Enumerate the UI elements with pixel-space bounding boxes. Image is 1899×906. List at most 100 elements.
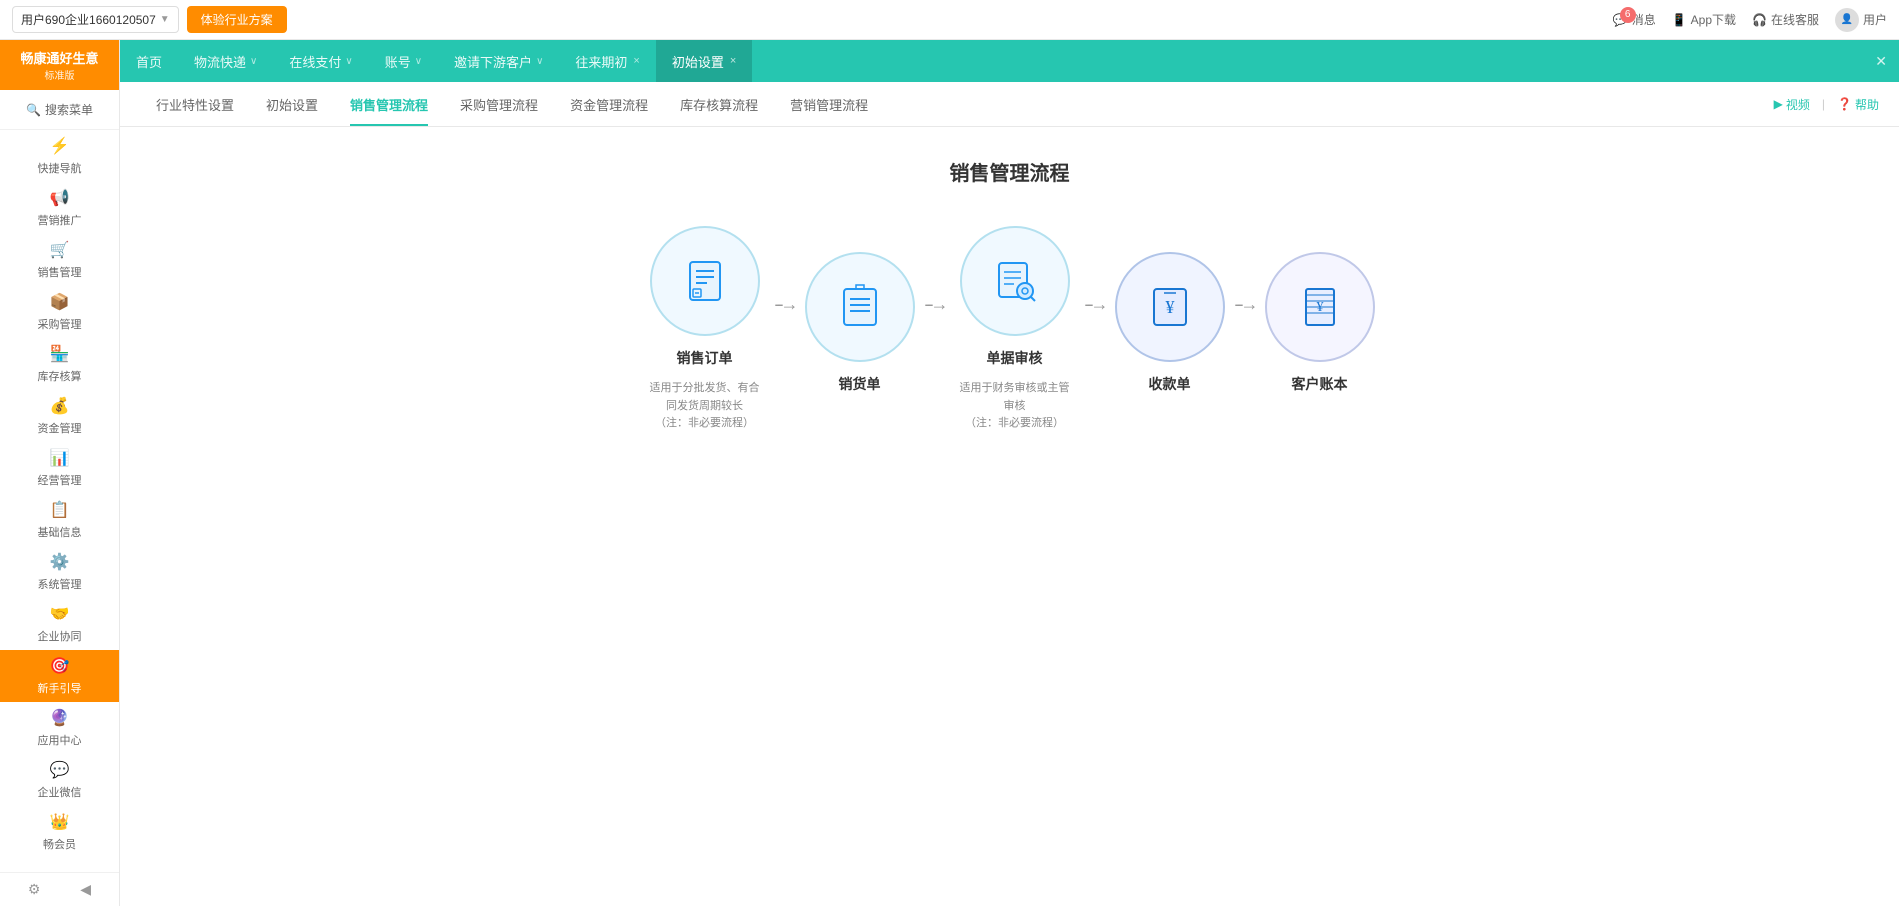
sidebar-item-system-mgmt[interactable]: ⚙️ 系统管理 <box>0 546 119 598</box>
sidebar-item-label: 库存核算 <box>38 368 82 384</box>
sidebar-settings-btn[interactable]: ⚙ <box>28 881 41 898</box>
sidebar-item-label: 采购管理 <box>38 316 82 332</box>
top-bar-right: 💬 6 消息 📱 App下载 🎧 在线客服 👤 用户 <box>1613 8 1887 32</box>
flow-node-label: 销售订单 <box>677 348 733 368</box>
member-icon: 👑 <box>50 812 70 832</box>
video-label: 视频 <box>1786 96 1810 113</box>
sub-tab-purchase-flow[interactable]: 采购管理流程 <box>444 82 554 126</box>
sidebar-collapse-btn[interactable]: ◀ <box>80 881 91 898</box>
nav-tab-initial-setup[interactable]: 初始设置 × <box>656 40 752 82</box>
sales-invoice-icon <box>834 281 886 333</box>
sub-tab-label: 销售管理流程 <box>350 95 428 114</box>
online-service-item[interactable]: 🎧 在线客服 <box>1752 11 1819 28</box>
logo-sub: 标准版 <box>45 67 75 82</box>
system-icon: ⚙️ <box>50 552 70 572</box>
sales-icon: 🛒 <box>50 240 70 260</box>
user-name-label: 用户 <box>1863 11 1887 28</box>
nav-tab-logistics[interactable]: 物流快递 ∨ <box>178 40 273 82</box>
sub-tabs-right: ▶ 视频 | ❓ 帮助 <box>1774 96 1879 113</box>
user-profile-item[interactable]: 👤 用户 <box>1835 8 1887 32</box>
flow-node-label: 单据审核 <box>987 348 1043 368</box>
video-help-btn[interactable]: ▶ 视频 <box>1774 96 1810 113</box>
content-area: 首页 物流快递 ∨ 在线支付 ∨ 账号 ∨ 邀请下游客户 ∨ 往来期初 × <box>120 40 1899 906</box>
flow-node-doc-review[interactable]: 单据审核 适用于财务审核或主管审核（注：非必要流程） <box>955 226 1075 433</box>
avatar: 👤 <box>1835 8 1859 32</box>
close-all-tabs-btn[interactable]: ✕ <box>1875 53 1887 70</box>
tab-label: 首页 <box>136 52 162 71</box>
sidebar-search[interactable]: 🔍 搜索菜单 <box>0 90 119 130</box>
close-icon[interactable]: × <box>730 55 736 67</box>
app-download-label: App下载 <box>1691 11 1736 28</box>
sub-tab-label: 初始设置 <box>266 95 318 114</box>
sidebar-item-purchase-mgmt[interactable]: 📦 采购管理 <box>0 286 119 338</box>
flow-node-desc: 适用于财务审核或主管审核（注：非必要流程） <box>955 380 1075 433</box>
quick-nav-icon: ⚡ <box>50 136 70 156</box>
collab-icon: 🤝 <box>50 604 70 624</box>
tab-label: 初始设置 <box>672 52 724 71</box>
nav-tab-invite-downstream[interactable]: 邀请下游客户 ∨ <box>438 40 559 82</box>
help-label: 帮助 <box>1855 96 1879 113</box>
finance-icon: 💰 <box>50 396 70 416</box>
nav-tabs: 首页 物流快递 ∨ 在线支付 ∨ 账号 ∨ 邀请下游客户 ∨ 往来期初 × <box>120 40 1899 82</box>
doc-review-icon <box>989 255 1041 307</box>
sidebar-item-label: 经营管理 <box>38 472 82 488</box>
sidebar-item-marketing-promo[interactable]: 📢 营销推广 <box>0 182 119 234</box>
sidebar-search-label: 搜索菜单 <box>45 101 93 118</box>
sub-tab-industry-settings[interactable]: 行业特性设置 <box>140 82 250 126</box>
flow-node-label: 客户账本 <box>1292 374 1348 394</box>
sidebar-item-new-guide[interactable]: 🎯 新手引导 <box>0 650 119 702</box>
chevron-icon: ∨ <box>345 56 352 67</box>
flow-node-sales-invoice[interactable]: 销货单 <box>805 252 915 406</box>
receipt-icon: ¥ <box>1144 281 1196 333</box>
flow-arrow-2: - - → <box>925 294 945 315</box>
help-btn[interactable]: ❓ 帮助 <box>1837 96 1879 113</box>
close-icon[interactable]: × <box>633 55 639 67</box>
sub-tabs: 行业特性设置 初始设置 销售管理流程 采购管理流程 资金管理流程 库存核算流程 <box>120 82 1899 127</box>
nav-tab-account[interactable]: 账号 ∨ <box>369 40 438 82</box>
nav-tab-home[interactable]: 首页 <box>120 40 178 82</box>
tab-label: 账号 <box>385 52 411 71</box>
basic-info-icon: 📋 <box>50 500 70 520</box>
trial-button[interactable]: 体验行业方案 <box>187 6 287 33</box>
sidebar-item-label: 资金管理 <box>38 420 82 436</box>
nav-tab-coming-period[interactable]: 往来期初 × <box>559 40 655 82</box>
sidebar-item-label: 营销推广 <box>38 212 82 228</box>
sidebar-item-member[interactable]: 👑 畅会员 <box>0 806 119 858</box>
message-item[interactable]: 💬 6 消息 <box>1613 11 1656 28</box>
message-badge: 6 <box>1620 7 1636 23</box>
sidebar-item-inventory[interactable]: 🏪 库存核算 <box>0 338 119 390</box>
sub-tab-label: 库存核算流程 <box>680 95 758 114</box>
sidebar-item-finance-mgmt[interactable]: 💰 资金管理 <box>0 390 119 442</box>
chevron-icon: ∨ <box>250 56 257 67</box>
play-icon: ▶ <box>1774 97 1783 111</box>
flow-node-customer-account[interactable]: ¥ 客户账本 <box>1265 252 1375 406</box>
sidebar-item-basic-info[interactable]: 📋 基础信息 <box>0 494 119 546</box>
flow-circle <box>650 226 760 336</box>
sidebar-item-app-center[interactable]: 🔮 应用中心 <box>0 702 119 754</box>
inventory-icon: 🏪 <box>50 344 70 364</box>
top-bar: 用户690企业1660120507 ▼ 体验行业方案 💬 6 消息 📱 App下… <box>0 0 1899 40</box>
nav-tab-online-pay[interactable]: 在线支付 ∨ <box>273 40 368 82</box>
customer-account-icon: ¥ <box>1294 281 1346 333</box>
flow-node-sales-order[interactable]: 销售订单 适用于分批发货、有合同发货周期较长（注：非必要流程） <box>645 226 765 433</box>
sidebar-item-operations-mgmt[interactable]: 📊 经营管理 <box>0 442 119 494</box>
sidebar-item-enterprise-collab[interactable]: 🤝 企业协同 <box>0 598 119 650</box>
app-download-item[interactable]: 📱 App下载 <box>1672 11 1736 28</box>
user-selector-label: 用户690企业1660120507 <box>21 11 156 28</box>
tab-label: 邀请下游客户 <box>454 52 532 71</box>
sidebar-item-label: 新手引导 <box>38 680 82 696</box>
logo-title: 畅康通好生意 <box>20 48 98 67</box>
sub-tab-label: 资金管理流程 <box>570 95 648 114</box>
sidebar-item-sales-mgmt[interactable]: 🛒 销售管理 <box>0 234 119 286</box>
user-selector[interactable]: 用户690企业1660120507 ▼ <box>12 6 179 33</box>
svg-text:¥: ¥ <box>1316 300 1323 315</box>
sub-tab-sales-flow[interactable]: 销售管理流程 <box>334 82 444 126</box>
sidebar-item-quick-nav[interactable]: ⚡ 快捷导航 <box>0 130 119 182</box>
sidebar-item-enterprise-wechat[interactable]: 💬 企业微信 <box>0 754 119 806</box>
flow-node-receipt[interactable]: ¥ 收款单 <box>1115 252 1225 406</box>
sub-tab-marketing-flow[interactable]: 营销管理流程 <box>774 82 884 126</box>
sub-tab-finance-flow[interactable]: 资金管理流程 <box>554 82 664 126</box>
sub-tab-inventory-flow[interactable]: 库存核算流程 <box>664 82 774 126</box>
sub-tab-initial-settings[interactable]: 初始设置 <box>250 82 334 126</box>
flow-circle: ¥ <box>1265 252 1375 362</box>
